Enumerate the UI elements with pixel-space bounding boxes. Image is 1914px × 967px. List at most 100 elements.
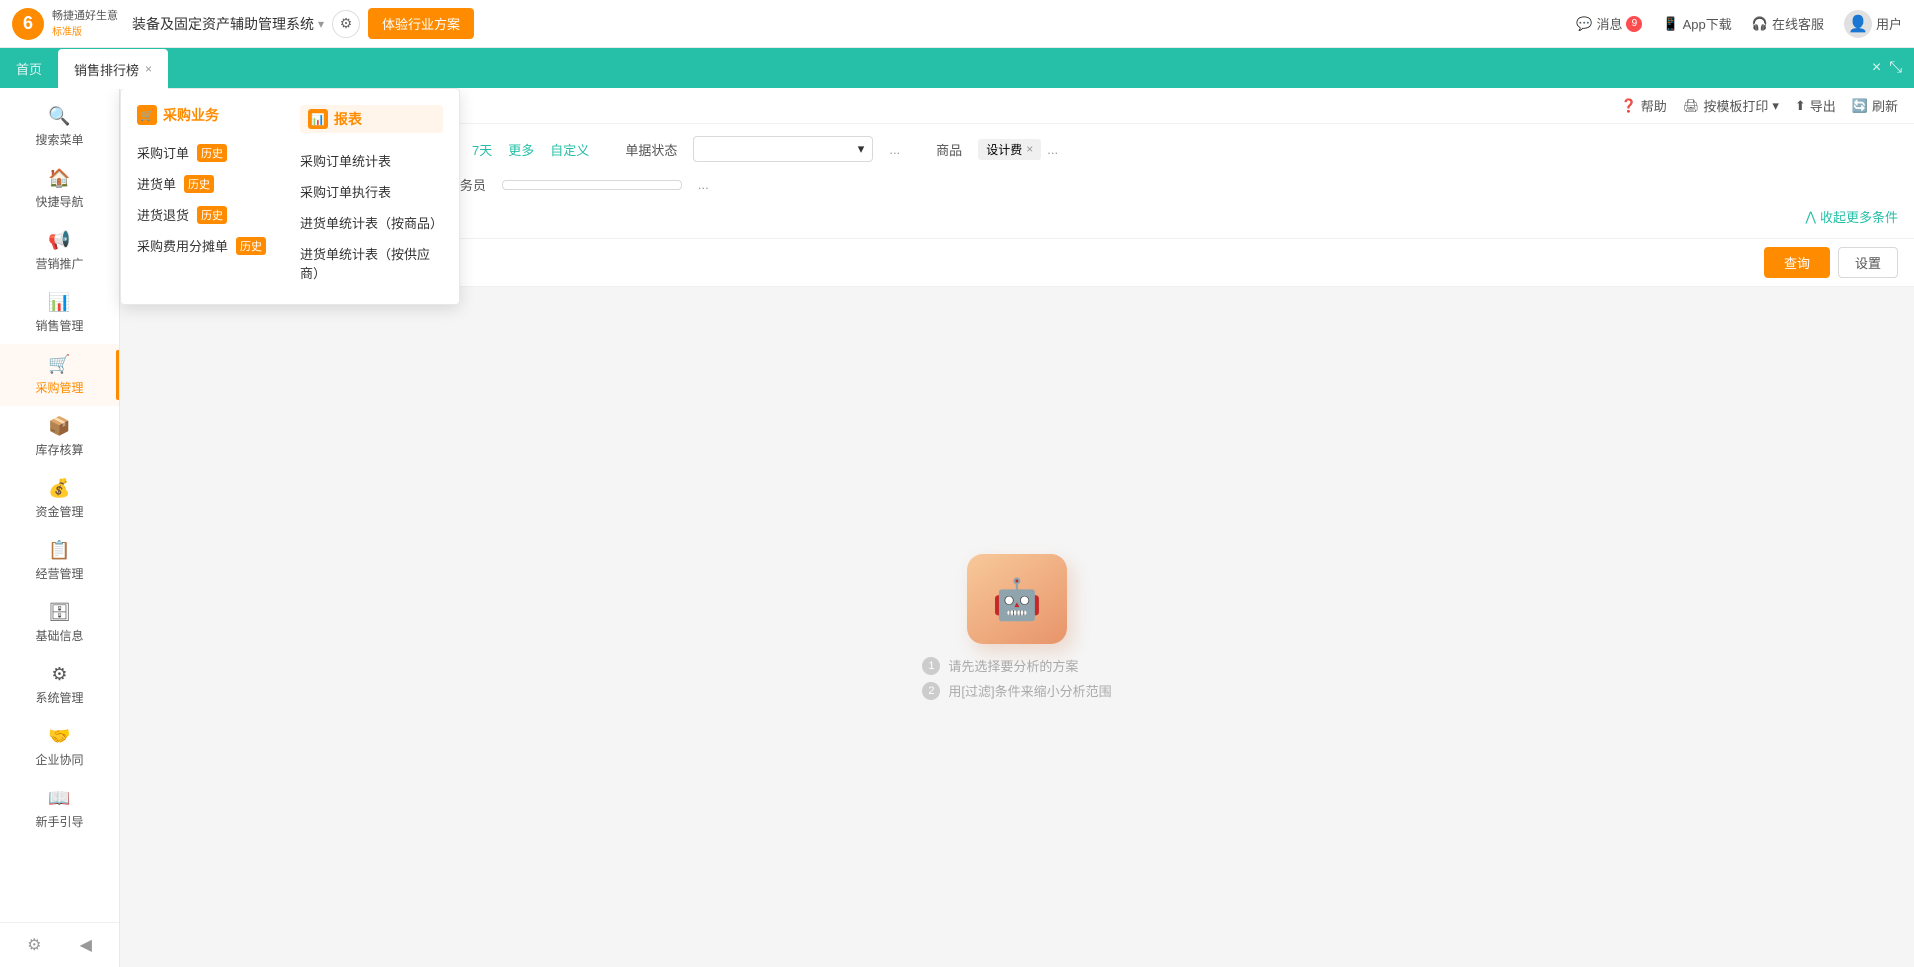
sidebar: 🔍 搜索菜单 🏠 快捷导航 📢 营销推广 📊 销售管理 🛒 采购管理 📦 库存核… bbox=[0, 88, 120, 967]
dropdown-item-goods-in-stats-by-supplier[interactable]: 进货单统计表（按供应商） bbox=[300, 238, 443, 288]
sidebar-item-search-menu-label: 搜索菜单 bbox=[35, 131, 83, 148]
export-icon: ⬆ bbox=[1795, 98, 1806, 114]
empty-hints: 1 请先选择要分析的方案 2 用[过滤]条件来缩小分析范围 bbox=[922, 656, 1111, 700]
base-info-icon: 🗄 bbox=[48, 602, 71, 623]
export-button[interactable]: ⬆ 导出 bbox=[1795, 96, 1836, 115]
sidebar-settings-button[interactable]: ⚙ bbox=[27, 935, 41, 955]
status-select-chevron: ▾ bbox=[858, 141, 865, 157]
refresh-button[interactable]: 🔄 刷新 bbox=[1852, 96, 1898, 115]
empty-hint-2: 2 用[过滤]条件来缩小分析范围 bbox=[922, 681, 1111, 700]
period-custom[interactable]: 自定义 bbox=[550, 140, 589, 159]
newbie-icon: 📖 bbox=[48, 788, 70, 809]
status-select[interactable]: ▾ bbox=[693, 136, 873, 162]
sidebar-item-purchase-mgmt[interactable]: 🛒 采购管理 bbox=[0, 344, 119, 406]
sidebar-item-ops-mgmt[interactable]: 📋 经营管理 bbox=[0, 530, 119, 592]
empty-hint-1-text: 请先选择要分析的方案 bbox=[948, 656, 1078, 675]
help-button[interactable]: ❓ 帮助 bbox=[1621, 96, 1667, 115]
message-icon: 💬 bbox=[1576, 16, 1592, 32]
sidebar-item-marketing[interactable]: 📢 营销推广 bbox=[0, 220, 119, 282]
sidebar-item-inventory[interactable]: 📦 库存核算 bbox=[0, 406, 119, 468]
report-section-icon: 📊 bbox=[308, 109, 328, 129]
sidebar-item-finance-label: 资金管理 bbox=[35, 503, 83, 520]
sidebar-item-enterprise[interactable]: 🤝 企业协同 bbox=[0, 716, 119, 778]
print-button[interactable]: 🖨 按模板打印 ▾ bbox=[1683, 96, 1779, 115]
sidebar-item-base-info[interactable]: 🗄 基础信息 bbox=[0, 592, 119, 654]
goods-label: 商品 bbox=[936, 140, 962, 159]
sidebar-item-quick-nav[interactable]: 🏠 快捷导航 bbox=[0, 158, 119, 220]
dropdown-item-goods-return[interactable]: 进货退货 历史 bbox=[137, 199, 280, 230]
user-menu[interactable]: 👤 用户 bbox=[1844, 10, 1902, 38]
period-more[interactable]: 更多 bbox=[508, 140, 534, 159]
sidebar-item-system-mgmt[interactable]: ⚙ 系统管理 bbox=[0, 654, 119, 716]
system-title-area: 装备及固定资产辅助管理系统 ▾ ⚙ 体验行业方案 bbox=[132, 8, 1576, 39]
sidebar-item-base-info-label: 基础信息 bbox=[35, 627, 83, 644]
goods-tag-close[interactable]: × bbox=[1026, 142, 1033, 156]
collapse-more-button[interactable]: ⋀ 收起更多条件 bbox=[1805, 207, 1898, 226]
tab-home[interactable]: 首页 bbox=[0, 48, 58, 88]
messages-label: 消息 bbox=[1596, 14, 1622, 33]
dropdown-item-purchase-order-stats[interactable]: 采购订单统计表 bbox=[300, 145, 443, 176]
sidebar-collapse-button[interactable]: ◀ bbox=[80, 935, 92, 955]
tab-sales-rank-close[interactable]: × bbox=[145, 62, 152, 76]
query-button[interactable]: 查询 bbox=[1764, 247, 1830, 278]
hint-num-2: 2 bbox=[922, 682, 940, 700]
tab-sales-rank[interactable]: 销售排行榜 × bbox=[58, 49, 168, 89]
online-service-button[interactable]: 🎧 在线客服 bbox=[1752, 14, 1824, 33]
goods-more-dots[interactable]: ... bbox=[1047, 142, 1058, 157]
industry-button[interactable]: 体验行业方案 bbox=[368, 8, 474, 39]
sidebar-item-finance[interactable]: 💰 资金管理 bbox=[0, 468, 119, 530]
sidebar-item-purchase-mgmt-label: 采购管理 bbox=[35, 379, 83, 396]
dropdown-report-section: 📊 报表 采购订单统计表 采购订单执行表 进货单统计表（按商品） 进货单统计表（… bbox=[300, 105, 443, 288]
top-right-area: 💬 消息 9 📱 App下载 🎧 在线客服 👤 用户 bbox=[1576, 10, 1902, 38]
phone-icon: 📱 bbox=[1662, 16, 1678, 32]
app-download-button[interactable]: 📱 App下载 bbox=[1662, 14, 1731, 33]
user-label: 用户 bbox=[1876, 14, 1902, 33]
tab-close-icon[interactable]: × bbox=[1872, 59, 1881, 77]
inventory-icon: 📦 bbox=[48, 416, 70, 437]
empty-hint-2-text: 用[过滤]条件来缩小分析范围 bbox=[948, 681, 1111, 700]
system-title-text: 装备及固定资产辅助管理系统 bbox=[132, 14, 314, 34]
purchase-section-icon: 🛒 bbox=[137, 105, 157, 125]
dropdown-item-goods-in[interactable]: 进货单 历史 bbox=[137, 168, 280, 199]
sidebar-item-newbie[interactable]: 📖 新手引导 bbox=[0, 778, 119, 840]
system-mgmt-icon: ⚙ bbox=[51, 664, 67, 685]
messages-button[interactable]: 💬 消息 9 bbox=[1576, 14, 1642, 33]
goods-filter-area: 设计费 × ... bbox=[978, 139, 1058, 160]
salesperson-select[interactable] bbox=[502, 180, 682, 190]
empty-illustration: 🤖 bbox=[967, 554, 1067, 644]
goods-tag: 设计费 × bbox=[978, 139, 1041, 160]
logo-area: 6 畅捷通好生意 标准版 bbox=[12, 8, 132, 40]
history-badge-purchase-expense: 历史 bbox=[236, 237, 266, 255]
purchase-dropdown-menu: 🛒 采购业务 采购订单 历史 进货单 历史 进货退货 历史 bbox=[120, 88, 460, 305]
sidebar-item-newbie-label: 新手引导 bbox=[35, 813, 83, 830]
dropdown-item-purchase-expense[interactable]: 采购费用分摊单 历史 bbox=[137, 230, 280, 261]
period-7days[interactable]: 7天 bbox=[472, 140, 492, 159]
tab-expand-icon[interactable]: ⤡ bbox=[1889, 59, 1902, 77]
history-badge-goods-return: 历史 bbox=[197, 206, 227, 224]
main-layout: 🔍 搜索菜单 🏠 快捷导航 📢 营销推广 📊 销售管理 🛒 采购管理 📦 库存核… bbox=[0, 88, 1914, 967]
history-badge-purchase-order: 历史 bbox=[197, 144, 227, 162]
marketing-icon: 📢 bbox=[48, 230, 70, 251]
status-more-dots[interactable]: ... bbox=[889, 142, 900, 157]
tab-bar: 首页 销售排行榜 × × ⤡ bbox=[0, 48, 1914, 88]
dropdown-item-goods-in-stats-by-goods[interactable]: 进货单统计表（按商品） bbox=[300, 207, 443, 238]
sidebar-item-ops-mgmt-label: 经营管理 bbox=[35, 565, 83, 582]
sidebar-item-sales-mgmt[interactable]: 📊 销售管理 bbox=[0, 282, 119, 344]
system-settings-button[interactable]: ⚙ bbox=[332, 10, 360, 38]
ops-mgmt-icon: 📋 bbox=[48, 540, 70, 561]
hint-num-1: 1 bbox=[922, 657, 940, 675]
headset-icon: 🎧 bbox=[1752, 16, 1768, 32]
system-title-dropdown[interactable]: 装备及固定资产辅助管理系统 ▾ bbox=[132, 14, 324, 34]
message-badge: 9 bbox=[1626, 16, 1642, 32]
sidebar-bottom: ⚙ ◀ bbox=[0, 922, 119, 967]
finance-icon: 💰 bbox=[48, 478, 70, 499]
quick-nav-icon: 🏠 bbox=[48, 168, 70, 189]
help-icon: ❓ bbox=[1621, 98, 1637, 114]
tab-home-label: 首页 bbox=[16, 59, 42, 78]
dropdown-item-purchase-order-exec[interactable]: 采购订单执行表 bbox=[300, 176, 443, 207]
dropdown-item-purchase-order[interactable]: 采购订单 历史 bbox=[137, 137, 280, 168]
sidebar-item-search-menu[interactable]: 🔍 搜索菜单 bbox=[0, 96, 119, 158]
settings-button[interactable]: 设置 bbox=[1838, 247, 1898, 278]
salesperson-more-dots[interactable]: ... bbox=[698, 177, 709, 192]
sidebar-item-inventory-label: 库存核算 bbox=[35, 441, 83, 458]
